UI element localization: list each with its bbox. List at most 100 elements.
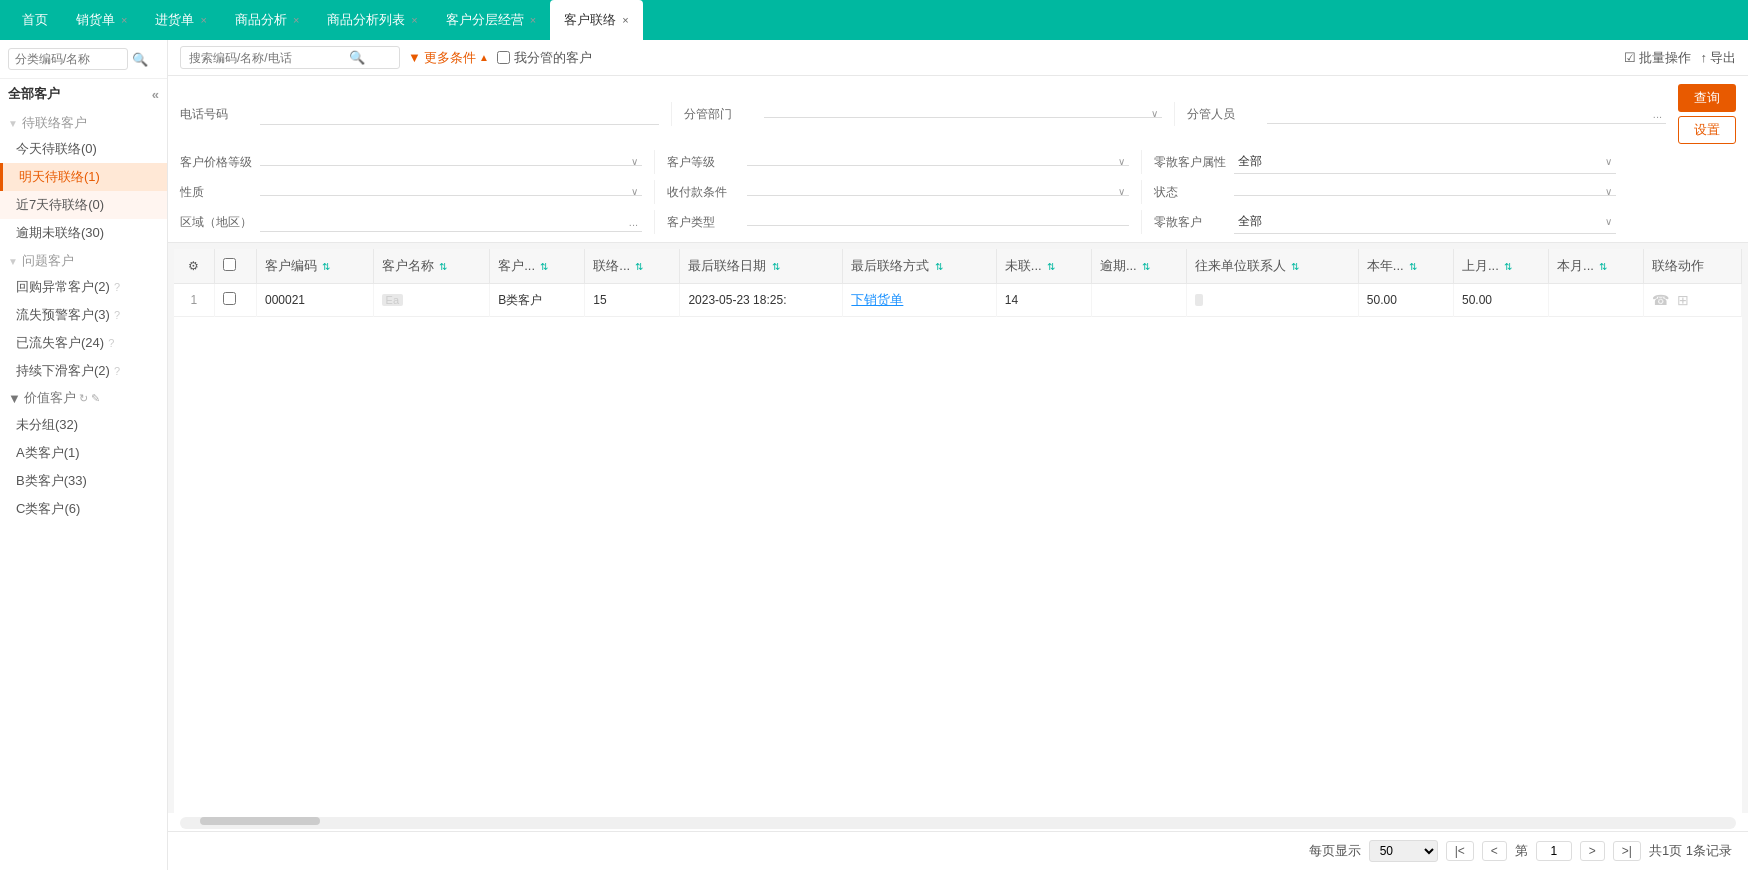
last-page-btn[interactable]: >| (1613, 841, 1641, 861)
page-size-select[interactable]: 50 100 200 (1369, 840, 1438, 862)
nav-analysis-list-close[interactable]: × (411, 14, 417, 26)
sort-icon-unit[interactable]: ⇅ (1291, 261, 1299, 272)
sort-icon-type[interactable]: ⇅ (540, 261, 548, 272)
sidebar-item-churn-warning[interactable]: 流失预警客户(3) ? (0, 301, 167, 329)
nav-purchase[interactable]: 进货单 × (141, 0, 220, 40)
nav-analysis-list[interactable]: 商品分析列表 × (313, 0, 431, 40)
filter-payment-select[interactable]: ∨ (747, 189, 1129, 196)
nav-analysis-close[interactable]: × (293, 14, 299, 26)
last-method-link[interactable]: 下销货单 (851, 292, 903, 307)
edit-icon[interactable]: ✎ (91, 392, 100, 405)
sort-icon-tmonth[interactable]: ⇅ (1599, 261, 1607, 272)
sort-icon-lmonth[interactable]: ⇅ (1504, 261, 1512, 272)
col-unit-contact[interactable]: 往来单位联系人 ⇅ (1187, 249, 1359, 284)
filter-customer-level-select[interactable]: ∨ (747, 159, 1129, 166)
nav-purchase-close[interactable]: × (200, 14, 206, 26)
sidebar-item-7day-pending[interactable]: 近7天待联络(0) (0, 191, 167, 219)
sidebar-item-class-c[interactable]: C类客户(6) (0, 495, 167, 523)
sort-icon-method[interactable]: ⇅ (935, 261, 943, 272)
sidebar-item-churned[interactable]: 已流失客户(24) ? (0, 329, 167, 357)
col-uncontacted[interactable]: 未联... ⇅ (996, 249, 1091, 284)
sort-icon-name[interactable]: ⇅ (439, 261, 447, 272)
col-last-date[interactable]: 最后联络日期 ⇅ (680, 249, 843, 284)
select-all-checkbox[interactable] (223, 258, 236, 271)
my-customer-checkbox[interactable] (497, 51, 510, 64)
all-customers-header[interactable]: 全部客户 « (0, 79, 167, 109)
col-contact-count[interactable]: 联络... ⇅ (585, 249, 680, 284)
page-number-input[interactable] (1536, 841, 1572, 861)
nav-sales-close[interactable]: × (121, 14, 127, 26)
batch-operation-btn[interactable]: ☑ 批量操作 (1624, 49, 1691, 67)
col-checkbox[interactable] (214, 249, 256, 284)
toolbar-search-icon[interactable]: 🔍 (349, 50, 365, 65)
row-last-method[interactable]: 下销货单 (843, 284, 996, 317)
filter-area-select[interactable]: ... (260, 213, 642, 232)
col-overdue[interactable]: 逾期... ⇅ (1091, 249, 1186, 284)
toolbar-search-input[interactable] (189, 51, 349, 65)
export-btn[interactable]: ↑ 导出 (1701, 49, 1737, 67)
scroll-thumb[interactable] (200, 817, 320, 825)
sidebar-item-tomorrow-pending[interactable]: 明天待联络(1) (0, 163, 167, 191)
row-checkbox[interactable] (214, 284, 256, 317)
sidebar-item-class-b[interactable]: B类客户(33) (0, 467, 167, 495)
col-last-method[interactable]: 最后联络方式 ⇅ (843, 249, 996, 284)
refresh-icon[interactable]: ↻ (79, 392, 88, 405)
filter-more-btn[interactable]: ▼ 更多条件 ▲ (408, 49, 489, 67)
filter-retail-attr-select[interactable]: 全部 ∨ (1234, 150, 1616, 174)
sidebar-search-input[interactable] (8, 48, 128, 70)
sort-icon-overdue[interactable]: ⇅ (1142, 261, 1150, 272)
filter-status-select[interactable]: ∨ (1234, 189, 1616, 196)
query-btn[interactable]: 查询 (1678, 84, 1736, 112)
sidebar-item-overdue-pending[interactable]: 逾期未联络(30) (0, 219, 167, 247)
action-phone-icon[interactable]: ☎ (1652, 292, 1669, 308)
sidebar-search-icon[interactable]: 🔍 (132, 52, 148, 67)
col-this-month[interactable]: 本月... ⇅ (1549, 249, 1644, 284)
filter-price-level-select[interactable]: ∨ (260, 159, 642, 166)
sidebar-item-declining[interactable]: 持续下滑客户(2) ? (0, 357, 167, 385)
collapse-icon[interactable]: « (152, 87, 159, 102)
next-page-btn[interactable]: > (1580, 841, 1605, 861)
nav-customer-segment-close[interactable]: × (530, 14, 536, 26)
filter-person-select[interactable]: ... (1267, 105, 1666, 124)
sort-icon-year[interactable]: ⇅ (1409, 261, 1417, 272)
my-customer-checkbox-area[interactable]: 我分管的客户 (497, 49, 592, 67)
col-name[interactable]: 客户名称 ⇅ (373, 249, 490, 284)
nav-analysis[interactable]: 商品分析 × (221, 0, 313, 40)
filter-phone-input[interactable] (260, 104, 659, 125)
sort-icon-uncontacted[interactable]: ⇅ (1047, 261, 1055, 272)
prev-page-btn[interactable]: < (1482, 841, 1507, 861)
filter-row-4: 区域（地区） ... 客户类型 零散客户 全部 ∨ (180, 210, 1736, 234)
col-type[interactable]: 客户... ⇅ (490, 249, 585, 284)
col-code[interactable]: 客户编码 ⇅ (256, 249, 373, 284)
person-dots-icon[interactable]: ... (1653, 108, 1662, 120)
filter-nature-select[interactable]: ∨ (260, 189, 642, 196)
help-icon-0[interactable]: ? (114, 281, 120, 293)
settings-btn[interactable]: 设置 (1678, 116, 1736, 144)
sort-icon-contact[interactable]: ⇅ (635, 261, 643, 272)
help-icon-1[interactable]: ? (114, 309, 120, 321)
filter-dept-select[interactable]: ∨ (764, 111, 1163, 118)
help-icon-2[interactable]: ? (108, 337, 114, 349)
nav-sales[interactable]: 销货单 × (62, 0, 141, 40)
area-dots-icon[interactable]: ... (629, 216, 638, 228)
col-gear[interactable]: ⚙ (174, 249, 214, 284)
nav-customer-contact-close[interactable]: × (622, 14, 628, 26)
col-last-month[interactable]: 上月... ⇅ (1453, 249, 1548, 284)
sidebar-item-class-a[interactable]: A类客户(1) (0, 439, 167, 467)
first-page-btn[interactable]: |< (1446, 841, 1474, 861)
sort-icon-code[interactable]: ⇅ (322, 261, 330, 272)
col-this-year[interactable]: 本年... ⇅ (1358, 249, 1453, 284)
nav-home[interactable]: 首页 (8, 0, 62, 40)
action-grid-icon[interactable]: ⊞ (1677, 292, 1689, 308)
filter-customer-type-select[interactable] (747, 219, 1129, 226)
sidebar-item-today-pending[interactable]: 今天待联络(0) (0, 135, 167, 163)
help-icon-3[interactable]: ? (114, 365, 120, 377)
sidebar-item-repurchase-anomaly[interactable]: 回购异常客户(2) ? (0, 273, 167, 301)
row-select-checkbox[interactable] (223, 292, 236, 305)
nav-customer-segment[interactable]: 客户分层经营 × (432, 0, 550, 40)
filter-retail-customer-select[interactable]: 全部 ∨ (1234, 210, 1616, 234)
nav-customer-contact[interactable]: 客户联络 × (550, 0, 642, 40)
sidebar-item-ungrouped[interactable]: 未分组(32) (0, 411, 167, 439)
scroll-bar[interactable] (180, 817, 1736, 829)
sort-icon-date[interactable]: ⇅ (772, 261, 780, 272)
